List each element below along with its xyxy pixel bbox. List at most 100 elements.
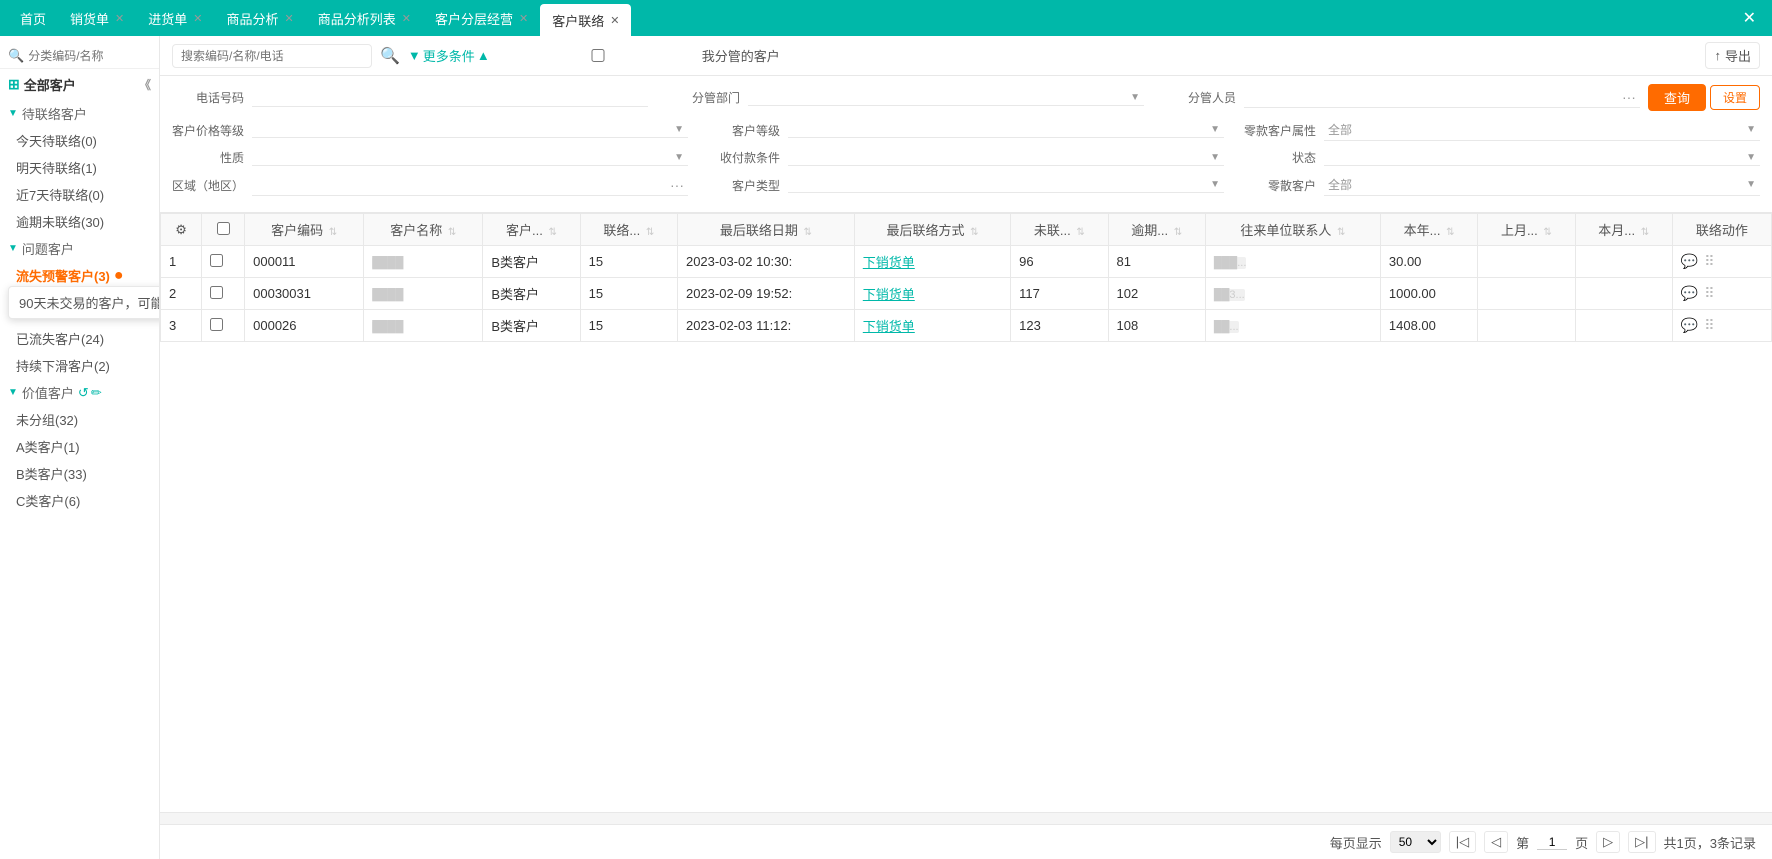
export-button[interactable]: ↑ 导出 [1705,42,1760,69]
close-sales-order-icon[interactable]: ✕ [115,12,124,25]
my-customer-check[interactable] [498,49,698,62]
tab-customer-segment[interactable]: 客户分层经营 ✕ [423,0,540,36]
table-row: 3 000026 ████ B类客户 15 2023-02-03 11:12: … [161,310,1772,342]
sidebar-section-value[interactable]: ▼ 价值客户 ↺ ✏ [0,379,159,406]
close-purchase-icon[interactable]: ✕ [193,12,202,25]
department-select[interactable]: ▼ [748,90,1144,106]
search-input[interactable] [172,44,372,68]
retail-select[interactable]: 全部 ▼ [1324,174,1760,196]
close-product-analysis-icon[interactable]: ✕ [285,12,294,25]
sidebar-item-class-c[interactable]: C类客户(6) [0,487,159,514]
dots-icon-1[interactable]: ··· [1622,89,1636,105]
last-page-button[interactable]: ▷| [1628,831,1655,853]
tab-product-analysis-list[interactable]: 商品分析列表 ✕ [306,0,423,36]
setting-button[interactable]: 设置 [1710,85,1760,110]
manager-select[interactable]: ··· [1244,87,1640,108]
row-unlink: 96 [1011,246,1108,278]
next-page-button[interactable]: ▷ [1596,831,1620,853]
row-checkbox [202,246,245,278]
tab-sales-order[interactable]: 销货单 ✕ [58,0,136,36]
close-segment-icon[interactable]: ✕ [519,12,528,25]
more-conditions-button[interactable]: ▼ 更多条件 ▲ [408,46,490,65]
prev-page-button[interactable]: ◁ [1484,831,1508,853]
region-select[interactable]: ··· [252,175,688,196]
col-last-contact-way[interactable]: 最后联络方式 ⇅ [854,214,1010,246]
phone-input[interactable] [252,88,648,107]
status-select[interactable]: ▼ [1324,150,1760,166]
row-contact-person: ██3... [1205,278,1380,310]
col-last-contact-date[interactable]: 最后联络日期 ⇅ [677,214,854,246]
table-row: 1 000011 ████ B类客户 15 2023-03-02 10:30: … [161,246,1772,278]
col-overdue[interactable]: 逾期... ⇅ [1108,214,1205,246]
row-action: 💬 ⠿ [1672,246,1771,278]
search-button[interactable]: 🔍 [380,46,400,66]
col-this-month[interactable]: 本月... ⇅ [1575,214,1672,246]
action-chat-icon[interactable]: 💬 [1681,285,1698,302]
page-number-input[interactable] [1537,835,1567,850]
col-this-year[interactable]: 本年... ⇅ [1380,214,1477,246]
export-icon: ↑ [1714,48,1721,63]
my-customer-checkbox[interactable]: 我分管的客户 [498,46,780,65]
zero-attr-select[interactable]: 全部 ▼ [1324,119,1760,141]
adv-filter-row-3: 性质 ▼ 收付款条件 ▼ 状态 [172,149,1760,166]
refresh-icon[interactable]: ↺ [78,385,89,401]
main-layout: 🔍 ⊞ 全部客户 《 ▼ 待联络客户 今天待联络(0) 明天待联络(1) 近7天… [0,36,1772,859]
sidebar-item-ungrouped[interactable]: 未分组(32) [0,406,159,433]
tab-purchase-order[interactable]: 进货单 ✕ [136,0,214,36]
nature-select[interactable]: ▼ [252,150,688,166]
customer-type-select[interactable]: ▼ [788,177,1224,193]
row-select-checkbox[interactable] [210,318,223,331]
tab-home[interactable]: 首页 [8,0,58,36]
sort-tmonth-icon: ⇅ [1641,227,1649,238]
action-chat-icon[interactable]: 💬 [1681,317,1698,334]
payment-select[interactable]: ▼ [788,150,1224,166]
sort-way-icon: ⇅ [970,227,978,238]
sidebar-item-class-a[interactable]: A类客户(1) [0,433,159,460]
close-contact-icon[interactable]: ✕ [610,14,619,27]
advanced-filter-panel: 电话号码 分管部门 ▼ 分管人员 ··· 查 [160,76,1772,213]
sidebar-item-churn-warning[interactable]: 流失预警客户(3) ● [0,262,159,289]
select-all-checkbox[interactable] [217,222,230,235]
sidebar-item-tomorrow-pending[interactable]: 明天待联络(1) [0,154,159,181]
col-contact-count[interactable]: 联络... ⇅ [580,214,677,246]
sidebar-search-input[interactable] [28,49,160,63]
edit-icon[interactable]: ✏ [91,385,102,401]
col-contact-person[interactable]: 往来单位联系人 ⇅ [1205,214,1380,246]
sidebar-section-pending[interactable]: ▼ 待联络客户 [0,100,159,127]
close-window-button[interactable]: ✕ [1735,8,1764,28]
sidebar-section-problem[interactable]: ▼ 问题客户 [0,235,159,262]
sidebar-item-already-churned[interactable]: 已流失客户(24) [0,325,159,352]
col-customer-name[interactable]: 客户名称 ⇅ [364,214,483,246]
sidebar-item-declining[interactable]: 持续下滑客户(2) [0,352,159,379]
row-last-way: 下销货单 [854,246,1010,278]
sidebar-item-week-pending[interactable]: 近7天待联络(0) [0,181,159,208]
query-button[interactable]: 查询 [1648,84,1706,111]
action-more-icon[interactable]: ⠿ [1704,253,1714,270]
col-last-month[interactable]: 上月... ⇅ [1478,214,1575,246]
row-select-checkbox[interactable] [210,254,223,267]
first-page-button[interactable]: |◁ [1449,831,1476,853]
dots-icon-2[interactable]: ··· [670,177,684,193]
row-name: ████ [364,278,483,310]
sidebar-item-class-b[interactable]: B类客户(33) [0,460,159,487]
close-product-list-icon[interactable]: ✕ [402,12,411,25]
action-chat-icon[interactable]: 💬 [1681,253,1698,270]
col-unlink-days[interactable]: 未联... ⇅ [1011,214,1108,246]
nature-label: 性质 [172,149,252,166]
tab-customer-contact[interactable]: 客户联络 ✕ [540,4,631,36]
per-page-select[interactable]: 50 20 100 200 [1390,831,1441,853]
action-more-icon[interactable]: ⠿ [1704,285,1714,302]
row-select-checkbox[interactable] [210,286,223,299]
col-customer-code[interactable]: 客户编码 ⇅ [245,214,364,246]
col-settings[interactable]: ⚙ [161,214,202,246]
sidebar-item-today-pending[interactable]: 今天待联络(0) [0,127,159,154]
data-table-area: ⚙ 客户编码 ⇅ 客户名称 ⇅ 客户... ⇅ [160,213,1772,812]
horizontal-scrollbar[interactable] [160,812,1772,824]
col-customer-type[interactable]: 客户... ⇅ [483,214,580,246]
tab-product-analysis[interactable]: 商品分析 ✕ [214,0,305,36]
sidebar-item-overdue-pending[interactable]: 逾期未联络(30) [0,208,159,235]
action-more-icon[interactable]: ⠿ [1704,317,1714,334]
customer-grade-select[interactable]: ▼ [788,122,1224,138]
sidebar-root-group[interactable]: ⊞ 全部客户 《 [0,69,159,100]
price-grade-select[interactable]: ▼ [252,122,688,138]
